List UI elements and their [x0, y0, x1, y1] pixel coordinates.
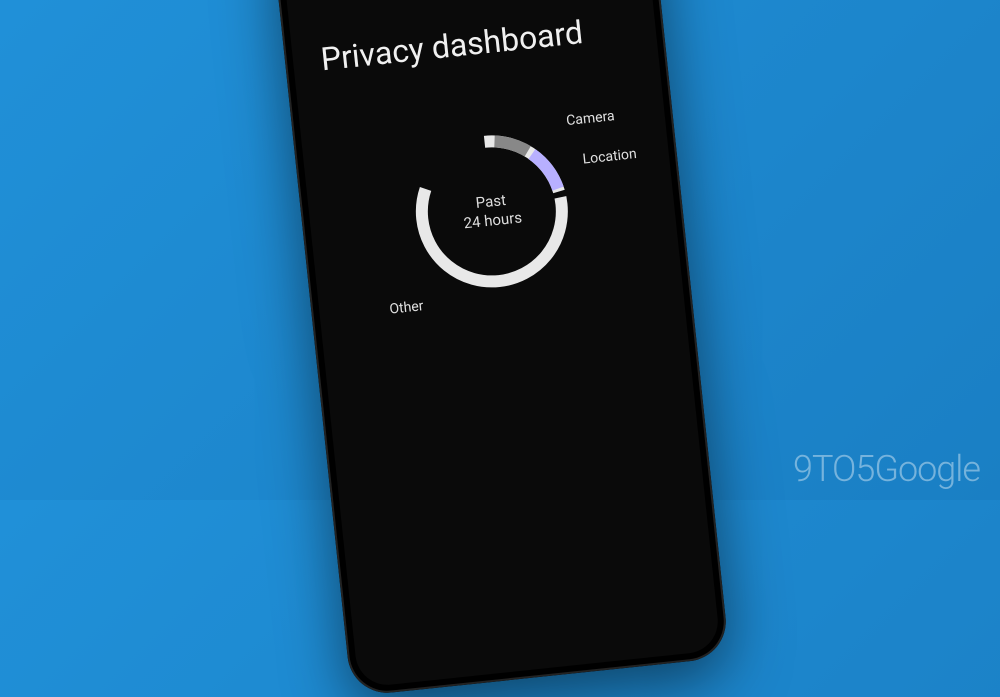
phone-frame: 12:55 Privacy dashboard: [270, 0, 729, 697]
watermark: 9TO5Google: [793, 448, 980, 490]
back-button[interactable]: [304, 0, 330, 2]
donut-chart: Past 24 hours Camera Location Other: [297, 63, 686, 360]
donut-center-label: Past 24 hours: [398, 118, 585, 305]
chart-label-other[interactable]: Other: [389, 298, 425, 317]
center-line2: 24 hours: [463, 208, 523, 234]
chart-label-location[interactable]: Location: [582, 146, 638, 168]
chart-label-camera[interactable]: Camera: [565, 108, 615, 129]
phone-screen: 12:55 Privacy dashboard: [279, 0, 721, 688]
